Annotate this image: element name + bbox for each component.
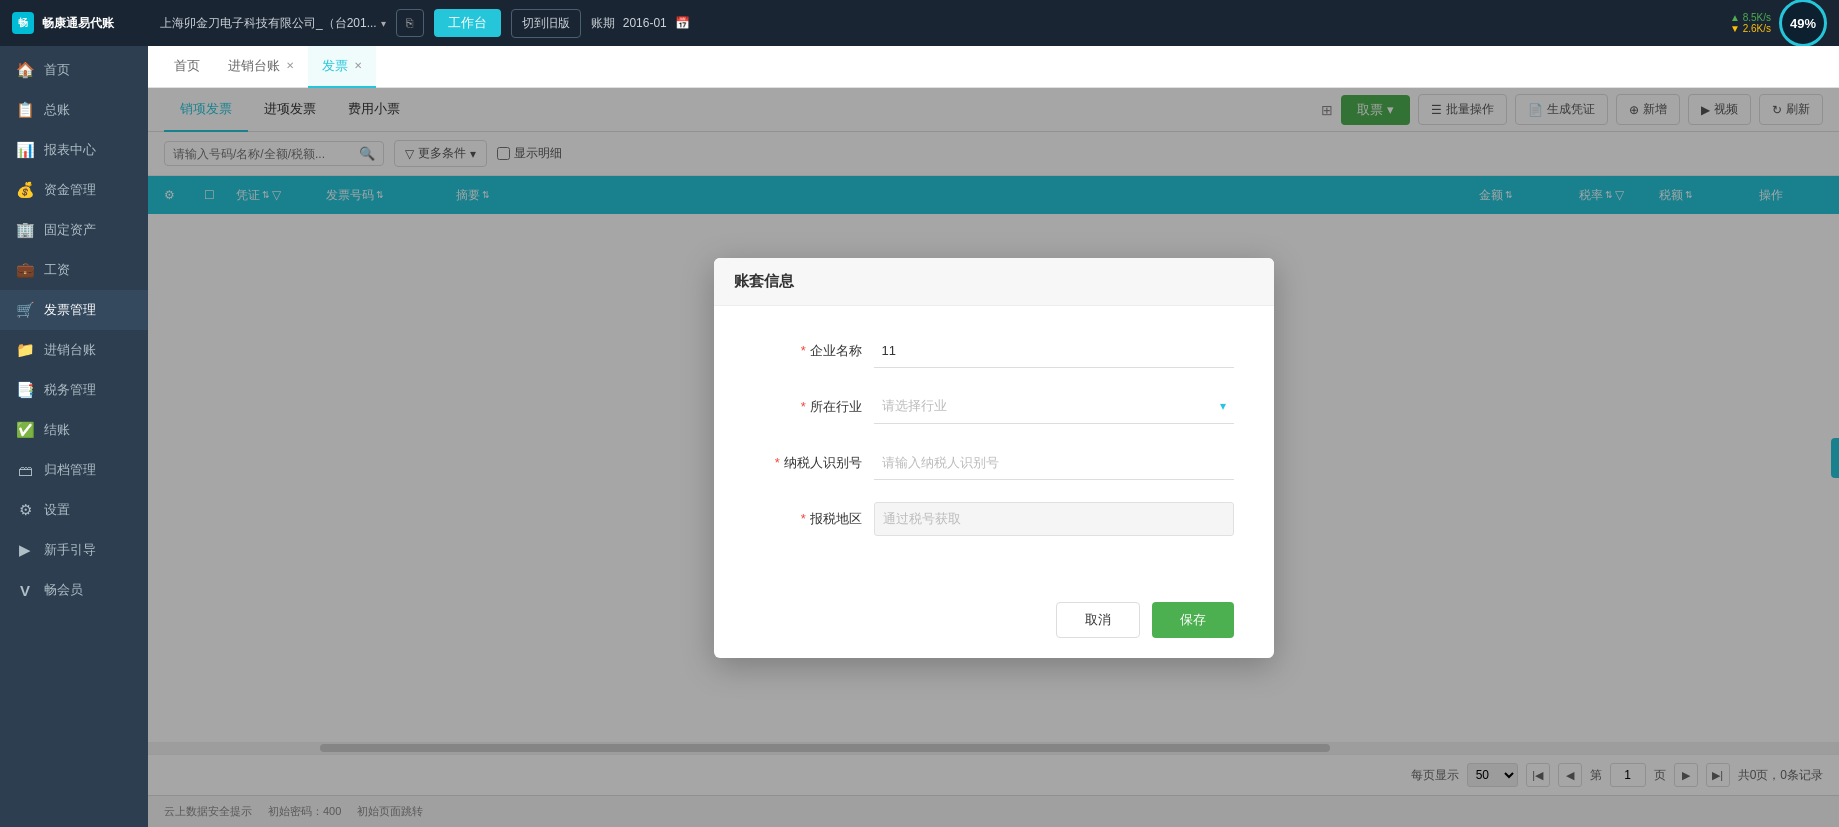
member-icon: V bbox=[16, 582, 34, 599]
sidebar-item-tax[interactable]: 📑 税务管理 bbox=[0, 370, 148, 410]
dialog-footer: 取消 保存 bbox=[714, 586, 1274, 658]
sidebar-item-label: 报表中心 bbox=[44, 141, 96, 159]
period-display: 账期 2016-01 📅 bbox=[591, 15, 690, 32]
dialog-title: 账套信息 bbox=[714, 258, 1274, 306]
tax-id-label: * 纳税人识别号 bbox=[754, 454, 874, 472]
sidebar-item-label: 发票管理 bbox=[44, 301, 96, 319]
sidebar-item-label: 结账 bbox=[44, 421, 70, 439]
report-icon: 📊 bbox=[16, 141, 34, 159]
app-title: 畅康通易代账 bbox=[42, 15, 114, 32]
modal-overlay: 账套信息 * 企业名称 * 所在行业 bbox=[148, 88, 1839, 827]
content-area: 销项发票 进项发票 费用小票 ⊞ 取票 ▾ ☰ 批量操作 📄 bbox=[148, 88, 1839, 827]
sidebar-item-home[interactable]: 🏠 首页 bbox=[0, 50, 148, 90]
company-name: 上海卯金刀电子科技有限公司_（台201... ▾ bbox=[160, 15, 386, 32]
sidebar-item-label: 新手引导 bbox=[44, 541, 96, 559]
sidebar-item-member[interactable]: V 畅会员 bbox=[0, 570, 148, 610]
tab-sales-ledger[interactable]: 进销台账 ✕ bbox=[214, 46, 308, 88]
tab-invoice[interactable]: 发票 ✕ bbox=[308, 46, 376, 88]
sidebar-nav: 🏠 首页 📋 总账 📊 报表中心 💰 资金管理 🏢 固定资产 💼 工资 🛒 发票… bbox=[0, 46, 148, 827]
sidebar-item-archive[interactable]: 🗃 归档管理 bbox=[0, 450, 148, 490]
sidebar-item-label: 进销台账 bbox=[44, 341, 96, 359]
workbench-button[interactable]: 工作台 bbox=[434, 9, 501, 37]
sidebar-item-label: 税务管理 bbox=[44, 381, 96, 399]
industry-label: * 所在行业 bbox=[754, 398, 874, 416]
sidebar-item-label: 设置 bbox=[44, 501, 70, 519]
ledger-icon: 📋 bbox=[16, 101, 34, 119]
topbar: 上海卯金刀电子科技有限公司_（台201... ▾ ⎘ 工作台 切到旧版 账期 2… bbox=[148, 0, 1839, 46]
industry-placeholder: 请选择行业 bbox=[882, 397, 1220, 415]
assets-icon: 🏢 bbox=[16, 221, 34, 239]
invoice-icon: 🛒 bbox=[16, 301, 34, 319]
tab-close-icon[interactable]: ✕ bbox=[354, 60, 362, 71]
sidebar-item-label: 固定资产 bbox=[44, 221, 96, 239]
calendar-icon[interactable]: 📅 bbox=[675, 16, 690, 30]
guide-icon: ▶ bbox=[16, 541, 34, 559]
company-name-input[interactable] bbox=[874, 334, 1234, 368]
cancel-button[interactable]: 取消 bbox=[1056, 602, 1140, 638]
network-info: ▲ 8.5K/s ▼ 2.6K/s bbox=[1730, 12, 1771, 34]
sidebar-item-ledger[interactable]: 📋 总账 bbox=[0, 90, 148, 130]
upload-speed: ▲ 8.5K/s bbox=[1730, 12, 1771, 23]
tax-region-label: * 报税地区 bbox=[754, 510, 874, 528]
settings-icon: ⚙ bbox=[16, 501, 34, 519]
topbar-right: ▲ 8.5K/s ▼ 2.6K/s 49% bbox=[1730, 0, 1827, 47]
sidebar: 畅 畅康通易代账 🏠 首页 📋 总账 📊 报表中心 💰 资金管理 🏢 固定资产 … bbox=[0, 0, 148, 827]
speed-circle: 49% bbox=[1779, 0, 1827, 47]
tab-home[interactable]: 首页 bbox=[160, 46, 214, 88]
download-speed: ▼ 2.6K/s bbox=[1730, 23, 1771, 34]
sales-ledger-icon: 📁 bbox=[16, 341, 34, 359]
sidebar-item-label: 归档管理 bbox=[44, 461, 96, 479]
finance-icon: 💰 bbox=[16, 181, 34, 199]
company-name-label: * 企业名称 bbox=[754, 342, 874, 360]
sidebar-item-sales-ledger[interactable]: 📁 进销台账 bbox=[0, 330, 148, 370]
sidebar-item-assets[interactable]: 🏢 固定资产 bbox=[0, 210, 148, 250]
sidebar-item-closing[interactable]: ✅ 结账 bbox=[0, 410, 148, 450]
main-content: 上海卯金刀电子科技有限公司_（台201... ▾ ⎘ 工作台 切到旧版 账期 2… bbox=[148, 0, 1839, 827]
chevron-down-icon: ▾ bbox=[1220, 399, 1226, 413]
tabbar: 首页 进销台账 ✕ 发票 ✕ bbox=[148, 46, 1839, 88]
chevron-down-icon: ▾ bbox=[381, 18, 386, 29]
tax-id-input[interactable] bbox=[874, 446, 1234, 480]
copy-icon[interactable]: ⎘ bbox=[396, 9, 424, 37]
switch-old-button[interactable]: 切到旧版 bbox=[511, 9, 581, 38]
closing-icon: ✅ bbox=[16, 421, 34, 439]
sidebar-header: 畅 畅康通易代账 bbox=[0, 0, 148, 46]
sidebar-item-finance[interactable]: 💰 资金管理 bbox=[0, 170, 148, 210]
sidebar-item-label: 总账 bbox=[44, 101, 70, 119]
sidebar-item-invoice-mgmt[interactable]: 🛒 发票管理 bbox=[0, 290, 148, 330]
dialog-body: * 企业名称 * 所在行业 请选择行业 ▾ bbox=[714, 306, 1274, 586]
form-row-tax-region: * 报税地区 通过税号获取 bbox=[754, 502, 1234, 536]
sidebar-item-guide[interactable]: ▶ 新手引导 bbox=[0, 530, 148, 570]
sidebar-item-label: 工资 bbox=[44, 261, 70, 279]
sidebar-item-salary[interactable]: 💼 工资 bbox=[0, 250, 148, 290]
industry-select[interactable]: 请选择行业 ▾ bbox=[874, 390, 1234, 424]
form-row-tax-id: * 纳税人识别号 bbox=[754, 446, 1234, 480]
sidebar-item-report[interactable]: 📊 报表中心 bbox=[0, 130, 148, 170]
sidebar-item-settings[interactable]: ⚙ 设置 bbox=[0, 490, 148, 530]
account-info-dialog: 账套信息 * 企业名称 * 所在行业 bbox=[714, 258, 1274, 658]
sidebar-item-label: 畅会员 bbox=[44, 581, 83, 599]
app-logo: 畅 bbox=[12, 12, 34, 34]
form-row-company: * 企业名称 bbox=[754, 334, 1234, 368]
archive-icon: 🗃 bbox=[16, 462, 34, 479]
save-button[interactable]: 保存 bbox=[1152, 602, 1234, 638]
tax-region-display: 通过税号获取 bbox=[874, 502, 1234, 536]
salary-icon: 💼 bbox=[16, 261, 34, 279]
sidebar-item-label: 资金管理 bbox=[44, 181, 96, 199]
tab-close-icon[interactable]: ✕ bbox=[286, 60, 294, 71]
home-icon: 🏠 bbox=[16, 61, 34, 79]
tax-icon: 📑 bbox=[16, 381, 34, 399]
form-row-industry: * 所在行业 请选择行业 ▾ bbox=[754, 390, 1234, 424]
sidebar-item-label: 首页 bbox=[44, 61, 70, 79]
